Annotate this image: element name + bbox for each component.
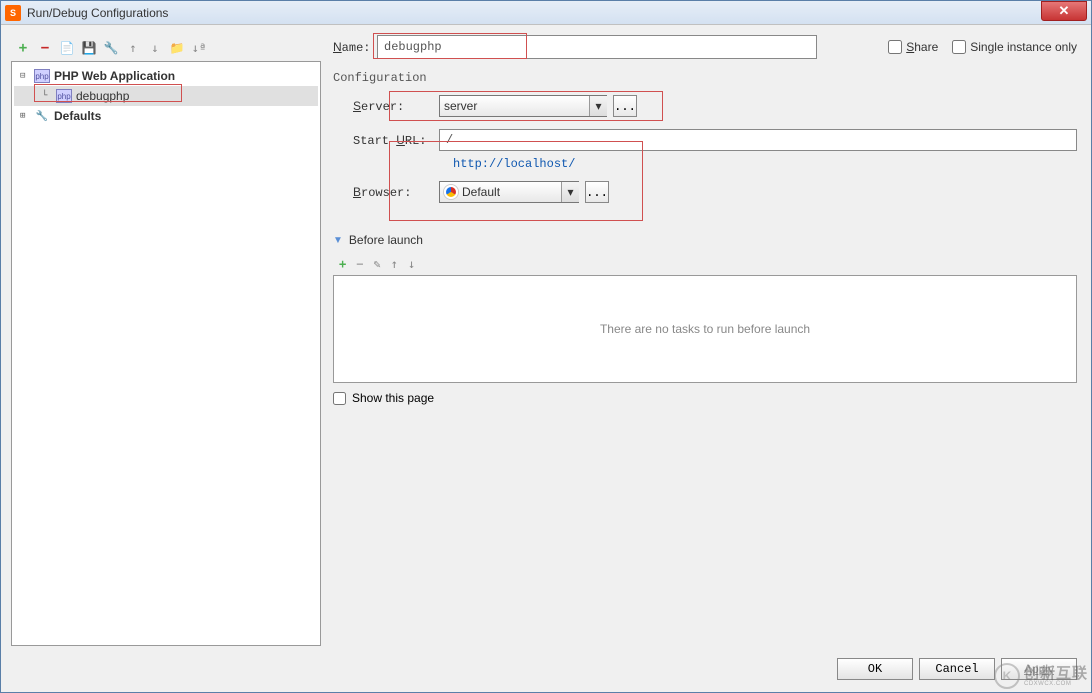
save-config-button[interactable]: 💾: [81, 40, 97, 56]
ok-button[interactable]: OK: [837, 658, 913, 680]
url-preview-link[interactable]: http://localhost/: [453, 157, 575, 171]
show-this-page-checkbox[interactable]: Show this page: [333, 391, 1077, 405]
share-checkbox[interactable]: Share: [888, 40, 938, 54]
window-title: Run/Debug Configurations: [27, 6, 168, 20]
browser-select[interactable]: Default ▾: [439, 181, 579, 203]
name-input[interactable]: [377, 35, 817, 59]
copy-config-button[interactable]: 📄: [59, 40, 75, 56]
php-icon: php: [56, 89, 72, 103]
move-down-button[interactable]: ↓: [147, 40, 163, 56]
show-this-page-label: Show this page: [352, 391, 434, 405]
single-instance-checkbox[interactable]: Single instance only: [952, 40, 1077, 54]
tree-node-debugphp[interactable]: └ php debugphp: [14, 86, 318, 106]
url-preview-row: http://localhost/: [353, 157, 1077, 171]
sort-button[interactable]: ↓ª: [191, 40, 207, 56]
wrench-button[interactable]: 🔧: [103, 40, 119, 56]
dialog-buttons: OK Cancel Apply: [1, 650, 1091, 692]
show-this-page-input[interactable]: [333, 392, 346, 405]
config-tree[interactable]: ⊟ php PHP Web Application └ php debugphp…: [11, 61, 321, 646]
sidebar: + − 📄 💾 🔧 ↑ ↓ 📁 ↓ª ⊟ php PHP Web Applica…: [11, 35, 321, 646]
php-icon: php: [34, 69, 50, 83]
add-config-button[interactable]: +: [15, 40, 31, 56]
browser-label: Browser:: [353, 185, 433, 200]
configuration-section: Server: server ▾ ... Start URL: http://l…: [333, 95, 1077, 215]
wrench-icon: 🔧: [34, 109, 50, 123]
cancel-button[interactable]: Cancel: [919, 658, 995, 680]
before-launch-toolbar: + − ✎ ↑ ↓: [333, 253, 1077, 275]
tree-label: PHP Web Application: [54, 69, 175, 83]
edit-task-button[interactable]: ✎: [373, 257, 380, 271]
remove-config-button[interactable]: −: [37, 40, 53, 56]
server-row: Server: server ▾ ...: [353, 95, 1077, 117]
remove-task-button[interactable]: −: [356, 257, 363, 271]
chrome-icon: [444, 185, 458, 199]
single-instance-checkbox-input[interactable]: [952, 40, 966, 54]
run-debug-config-dialog: S Run/Debug Configurations ✕ + − 📄 💾 🔧 ↑…: [0, 0, 1092, 693]
task-up-button[interactable]: ↑: [391, 257, 398, 271]
server-value: server: [444, 99, 477, 113]
close-button[interactable]: ✕: [1041, 1, 1087, 21]
browser-row: Browser: Default ▾ ...: [353, 181, 1077, 203]
main-panel: Name: Share Single instance only Configu…: [329, 35, 1081, 646]
move-up-button[interactable]: ↑: [125, 40, 141, 56]
add-task-button[interactable]: +: [339, 257, 346, 271]
before-launch-header[interactable]: ▼ Before launch: [333, 233, 1077, 247]
watermark: K 创新互联 CDXWCX.COM: [994, 663, 1088, 689]
watermark-text: 创新互联 CDXWCX.COM: [1024, 666, 1088, 687]
tasks-list[interactable]: There are no tasks to run before launch: [333, 275, 1077, 383]
share-label: Share: [906, 40, 938, 54]
tree-branch-icon: └: [42, 91, 52, 101]
tree-label: debugphp: [76, 89, 129, 103]
start-url-label: Start URL:: [353, 133, 433, 148]
dropdown-arrow-icon: ▾: [589, 96, 607, 116]
watermark-logo: K: [994, 663, 1020, 689]
start-url-row: Start URL:: [353, 129, 1077, 151]
task-down-button[interactable]: ↓: [408, 257, 415, 271]
collapse-icon[interactable]: ⊟: [20, 71, 30, 81]
expand-icon[interactable]: ⊞: [20, 111, 30, 121]
server-label: Server:: [353, 99, 433, 114]
browser-browse-button[interactable]: ...: [585, 181, 609, 203]
server-select[interactable]: server ▾: [439, 95, 607, 117]
tasks-empty-text: There are no tasks to run before launch: [600, 322, 810, 336]
configuration-section-label: Configuration: [333, 71, 1077, 85]
app-icon: S: [5, 5, 21, 21]
before-launch-label: Before launch: [349, 233, 423, 247]
server-browse-button[interactable]: ...: [613, 95, 637, 117]
titlebar[interactable]: S Run/Debug Configurations ✕: [1, 1, 1091, 25]
folder-button[interactable]: 📁: [169, 40, 185, 56]
browser-value: Default: [462, 185, 500, 199]
share-checkbox-input[interactable]: [888, 40, 902, 54]
sidebar-toolbar: + − 📄 💾 🔧 ↑ ↓ 📁 ↓ª: [11, 35, 321, 61]
single-instance-label: Single instance only: [970, 40, 1077, 54]
name-row: Name: Share Single instance only: [333, 35, 1077, 59]
dropdown-arrow-icon: ▾: [561, 182, 579, 202]
dialog-content: + − 📄 💾 🔧 ↑ ↓ 📁 ↓ª ⊟ php PHP Web Applica…: [1, 25, 1091, 650]
tree-node-defaults[interactable]: ⊞ 🔧 Defaults: [14, 106, 318, 126]
disclosure-triangle-icon[interactable]: ▼: [333, 235, 343, 246]
start-url-input[interactable]: [439, 129, 1077, 151]
name-label: Name:: [333, 40, 377, 55]
tree-label: Defaults: [54, 109, 101, 123]
tree-node-php-web-app[interactable]: ⊟ php PHP Web Application: [14, 66, 318, 86]
